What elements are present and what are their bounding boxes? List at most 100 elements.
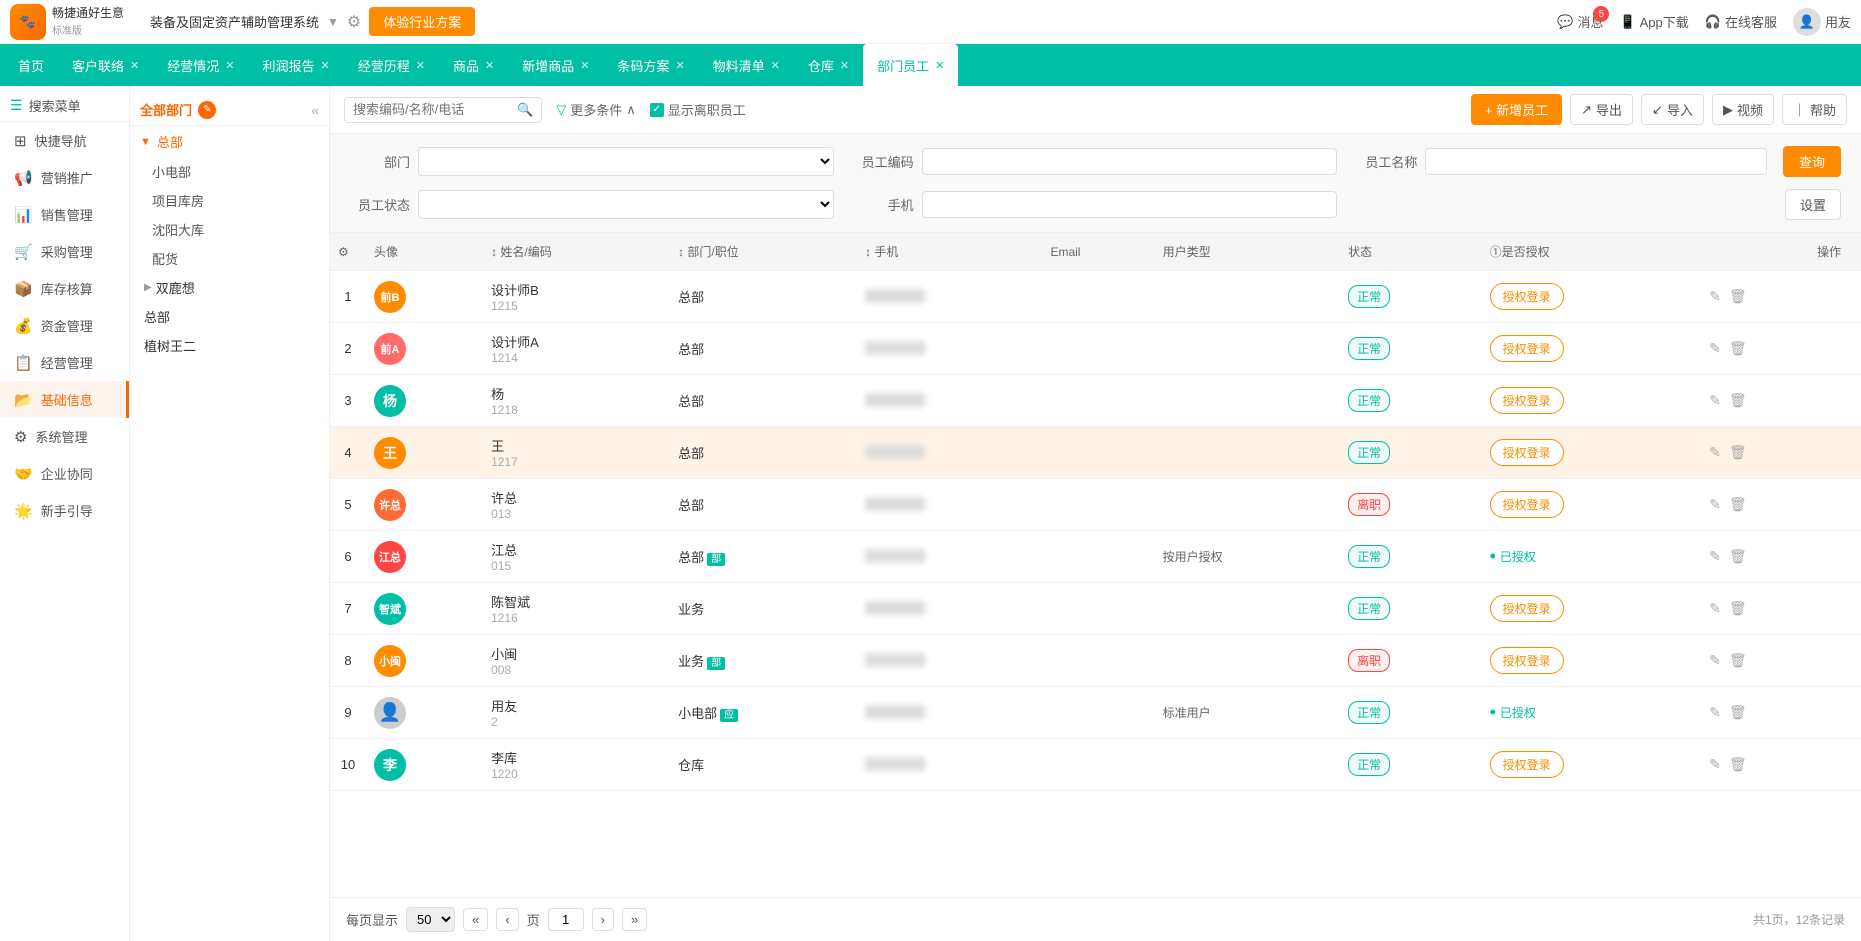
nav-item-marketing[interactable]: 📢 营销推广 (0, 159, 129, 196)
add-employee-button[interactable]: + 新增员工 (1471, 94, 1562, 125)
row-auth[interactable]: 授权登录 (1482, 427, 1702, 479)
close-icon[interactable]: ✕ (130, 59, 139, 72)
close-icon[interactable]: ✕ (675, 59, 684, 72)
dropdown-arrow-icon[interactable]: ▼ (327, 15, 339, 29)
emp-name-input[interactable] (1425, 148, 1767, 175)
close-icon[interactable]: ✕ (771, 59, 780, 72)
close-icon[interactable]: ✕ (416, 59, 425, 72)
auth-button[interactable]: 授权登录 (1490, 595, 1564, 622)
gear-icon[interactable]: ⚙ (347, 12, 361, 32)
close-icon[interactable]: ✕ (225, 59, 234, 72)
row-auth[interactable]: 授权登录 (1482, 635, 1702, 687)
last-page-button[interactable]: » (622, 908, 647, 931)
col-phone[interactable]: ↕ 手机 (857, 233, 1042, 271)
phone-input[interactable] (922, 191, 1338, 218)
auth-button[interactable]: 授权登录 (1490, 439, 1564, 466)
dept-group-zhishu[interactable]: 植树王二 (130, 331, 329, 360)
delete-icon[interactable]: 🗑 (1729, 444, 1747, 461)
dept-select[interactable] (418, 147, 834, 176)
row-auth[interactable]: 授权登录 (1482, 583, 1702, 635)
edit-icon[interactable]: ✎ (1709, 756, 1721, 773)
delete-icon[interactable]: 🗑 (1729, 288, 1747, 305)
row-auth[interactable]: 授权登录 (1482, 375, 1702, 427)
edit-icon[interactable]: ✎ (1709, 548, 1721, 565)
tab-employees[interactable]: 部门员工 ✕ (863, 44, 958, 86)
close-icon[interactable]: ✕ (840, 59, 849, 72)
user-menu[interactable]: 👤 用友 (1793, 8, 1851, 36)
import-button[interactable]: ↙ 导入 (1641, 94, 1704, 125)
tab-profit[interactable]: 利润报告 ✕ (248, 44, 343, 86)
tab-goods[interactable]: 商品 ✕ (439, 44, 508, 86)
delete-icon[interactable]: 🗑 (1729, 704, 1747, 721)
tab-history[interactable]: 经营历程 ✕ (344, 44, 439, 86)
tab-customer[interactable]: 客户联络 ✕ (58, 44, 153, 86)
row-auth[interactable]: 授权登录 (1482, 739, 1702, 791)
edit-icon[interactable]: ✎ (1709, 600, 1721, 617)
edit-icon[interactable]: ✎ (1709, 288, 1721, 305)
nav-item-sales[interactable]: 📊 销售管理 (0, 196, 129, 233)
dept-collapse-icon[interactable]: « (311, 102, 319, 118)
show-resigned-toggle[interactable]: ✓ 显示离职员工 (650, 100, 746, 119)
nav-item-inventory[interactable]: 📦 库存核算 (0, 270, 129, 307)
first-page-button[interactable]: « (463, 908, 488, 931)
page-input[interactable] (548, 908, 584, 931)
help-button[interactable]: ｜ 帮助 (1782, 94, 1847, 125)
tab-home[interactable]: 首页 (4, 44, 58, 86)
message-button[interactable]: 💬 消息 5 (1557, 12, 1603, 31)
service-button[interactable]: 🎧 在线客服 (1705, 12, 1777, 31)
tab-operation[interactable]: 经营情况 ✕ (153, 44, 248, 86)
edit-icon[interactable]: ✎ (1709, 496, 1721, 513)
delete-icon[interactable]: 🗑 (1729, 600, 1747, 617)
col-settings[interactable]: ⚙ (330, 233, 366, 271)
row-auth[interactable]: 授权登录 (1482, 323, 1702, 375)
tab-bom[interactable]: 物料清单 ✕ (699, 44, 794, 86)
query-button[interactable]: 查询 (1783, 146, 1841, 177)
tab-warehouse[interactable]: 仓库 ✕ (794, 44, 863, 86)
nav-item-basic[interactable]: 📂 基础信息 (0, 381, 129, 418)
edit-icon[interactable]: ✎ (1709, 392, 1721, 409)
auth-button[interactable]: 授权登录 (1490, 751, 1564, 778)
delete-icon[interactable]: 🗑 (1729, 392, 1747, 409)
page-size-select[interactable]: 50 (406, 907, 455, 932)
dept-item-project[interactable]: 项目库房 (130, 186, 329, 215)
nav-item-finance[interactable]: 💰 资金管理 (0, 307, 129, 344)
nav-item-collab[interactable]: 🤝 企业协同 (0, 455, 129, 492)
close-icon[interactable]: ✕ (580, 59, 589, 72)
row-auth[interactable]: 授权登录 (1482, 271, 1702, 323)
auth-button[interactable]: 授权登录 (1490, 283, 1564, 310)
next-page-button[interactable]: › (592, 908, 614, 931)
edit-icon[interactable]: ✎ (1709, 704, 1721, 721)
nav-item-shortcut[interactable]: ⊞ 快捷导航 (0, 122, 129, 159)
more-filter-button[interactable]: ▽ 更多条件 ∧ (550, 97, 642, 122)
trial-button[interactable]: 体验行业方案 (369, 7, 475, 36)
delete-icon[interactable]: 🗑 (1729, 340, 1747, 357)
tab-barcode[interactable]: 条码方案 ✕ (603, 44, 698, 86)
edit-icon[interactable]: ✎ (1709, 444, 1721, 461)
export-button[interactable]: ↗ 导出 (1570, 94, 1633, 125)
dept-item-shenyang[interactable]: 沈阳大库 (130, 215, 329, 244)
col-dept[interactable]: ↕ 部门/职位 (670, 233, 857, 271)
nav-item-guide[interactable]: 🌟 新手引导 (0, 492, 129, 529)
prev-page-button[interactable]: ‹ (496, 908, 518, 931)
auth-button[interactable]: 授权登录 (1490, 647, 1564, 674)
auth-button[interactable]: 授权登录 (1490, 491, 1564, 518)
col-name-code[interactable]: ↕ 姓名/编码 (483, 233, 670, 271)
close-icon[interactable]: ✕ (485, 59, 494, 72)
delete-icon[interactable]: 🗑 (1729, 756, 1747, 773)
close-icon[interactable]: ✕ (321, 59, 330, 72)
dept-item-xiaodianbU[interactable]: 小电部 (130, 157, 329, 186)
auth-button[interactable]: 授权登录 (1490, 387, 1564, 414)
video-button[interactable]: ▶ 视频 (1712, 94, 1774, 125)
emp-code-input[interactable] (922, 148, 1338, 175)
dept-group-shuanglu[interactable]: ▶ 双鹿想 (130, 273, 329, 302)
all-dept-label[interactable]: 全部部门 (140, 100, 192, 119)
emp-status-select[interactable] (418, 190, 834, 219)
reset-button[interactable]: 设置 (1785, 189, 1841, 220)
dept-item-peihuo[interactable]: 配货 (130, 244, 329, 273)
dept-group-zongbu2[interactable]: 总部 (130, 302, 329, 331)
delete-icon[interactable]: 🗑 (1729, 548, 1747, 565)
app-download-button[interactable]: 📱 App下载 (1619, 12, 1688, 31)
search-input[interactable] (353, 102, 513, 117)
close-icon[interactable]: ✕ (935, 59, 944, 72)
tab-new-goods[interactable]: 新增商品 ✕ (508, 44, 603, 86)
